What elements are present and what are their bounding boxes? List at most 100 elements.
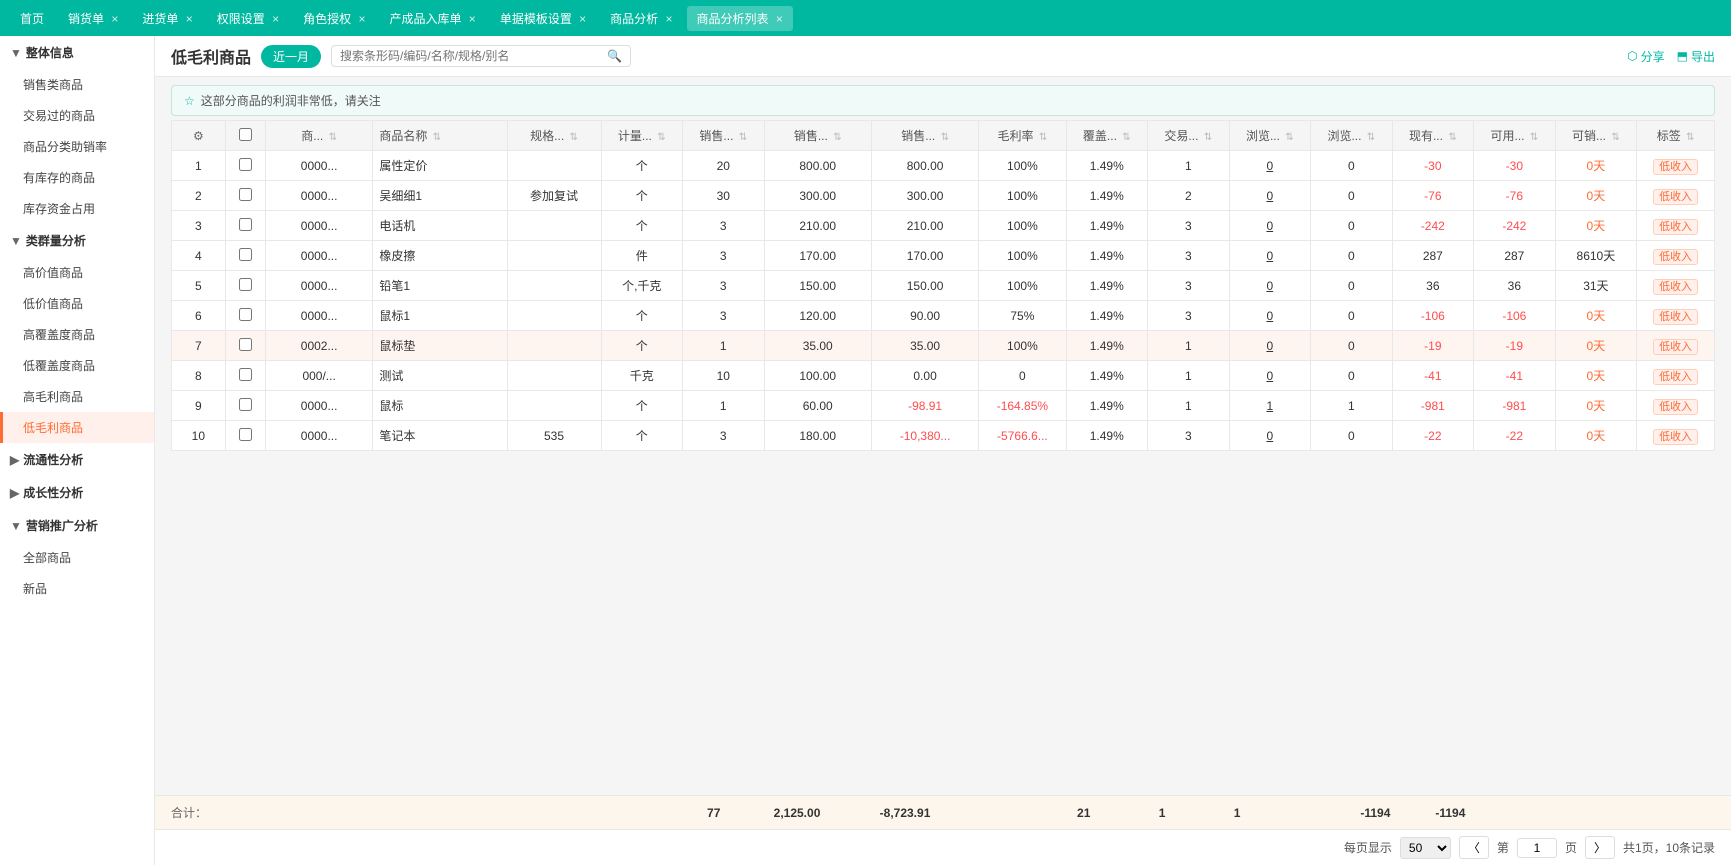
sidebar-group-cluster[interactable]: ▼ 类群量分析 <box>0 224 154 257</box>
cell-checkbox[interactable] <box>225 361 265 391</box>
sidebar-item-low-margin[interactable]: 低毛利商品 <box>0 412 154 443</box>
trade-link[interactable]: 0 <box>1266 429 1273 443</box>
th-coverage[interactable]: 覆盖... ⇅ <box>1066 121 1148 151</box>
th-unit[interactable]: 计量... ⇅ <box>601 121 683 151</box>
th-checkbox[interactable] <box>225 121 265 151</box>
search-icon[interactable]: 🔍 <box>607 49 622 63</box>
next-page-button[interactable]: 〉 <box>1585 836 1615 859</box>
cell-trade[interactable]: 1 <box>1229 391 1311 421</box>
sidebar-item-all-products[interactable]: 全部商品 <box>0 542 154 573</box>
trade-link[interactable]: 0 <box>1266 369 1273 383</box>
cell-checkbox[interactable] <box>225 241 265 271</box>
sidebar-group-marketing[interactable]: ▼ 营销推广分析 <box>0 509 154 542</box>
row-checkbox[interactable] <box>239 398 252 411</box>
th-sales-qty[interactable]: 销售... ⇅ <box>683 121 765 151</box>
th-product-name[interactable]: 商品名称 ⇅ <box>373 121 507 151</box>
th-product-code[interactable]: 商... ⇅ <box>265 121 372 151</box>
prev-page-button[interactable]: 〈 <box>1459 836 1489 859</box>
cell-checkbox[interactable] <box>225 301 265 331</box>
nav-permission[interactable]: 权限设置 × <box>207 6 289 31</box>
th-browse1[interactable]: 浏览... ⇅ <box>1229 121 1311 151</box>
data-table-container[interactable]: ⚙ 商... ⇅ 商品名称 ⇅ 规格... ⇅ 计量... ⇅ 销售... ⇅ … <box>171 120 1715 795</box>
th-margin-rate[interactable]: 毛利率 ⇅ <box>979 121 1066 151</box>
th-sellable-stock[interactable]: 可销... ⇅ <box>1555 121 1637 151</box>
nav-product-entry[interactable]: 产成品入库单 × <box>379 6 485 31</box>
cell-checkbox[interactable] <box>225 391 265 421</box>
row-checkbox[interactable] <box>239 248 252 261</box>
th-settings[interactable]: ⚙ <box>172 121 226 151</box>
trade-link[interactable]: 0 <box>1266 309 1273 323</box>
sidebar-item-new-products[interactable]: 新品 <box>0 573 154 604</box>
nav-product-analysis[interactable]: 商品分析 × <box>600 6 682 31</box>
close-icon[interactable]: × <box>579 12 586 26</box>
cell-checkbox[interactable] <box>225 421 265 451</box>
cell-trade[interactable]: 0 <box>1229 241 1311 271</box>
nav-product-analysis-list[interactable]: 商品分析列表 × <box>687 6 793 31</box>
settings-icon[interactable]: ⚙ <box>193 129 204 143</box>
close-icon[interactable]: × <box>469 12 476 26</box>
row-checkbox[interactable] <box>239 428 252 441</box>
cell-checkbox[interactable] <box>225 211 265 241</box>
nav-sales-order[interactable]: 销货单 × <box>58 6 128 31</box>
trade-link[interactable]: 1 <box>1266 399 1273 413</box>
close-icon[interactable]: × <box>358 12 365 26</box>
trade-link[interactable]: 0 <box>1266 159 1273 173</box>
sidebar-item-category-rate[interactable]: 商品分类助销率 <box>0 131 154 162</box>
sidebar-group-growth[interactable]: ▶ 成长性分析 <box>0 476 154 509</box>
th-sales-amount[interactable]: 销售... ⇅ <box>871 121 978 151</box>
cell-checkbox[interactable] <box>225 151 265 181</box>
cell-checkbox[interactable] <box>225 271 265 301</box>
cell-trade[interactable]: 0 <box>1229 361 1311 391</box>
cell-trade[interactable]: 0 <box>1229 211 1311 241</box>
export-button[interactable]: ⬒ 导出 <box>1677 48 1715 65</box>
cell-trade[interactable]: 0 <box>1229 421 1311 451</box>
row-checkbox[interactable] <box>239 278 252 291</box>
close-icon[interactable]: × <box>111 12 118 26</box>
row-checkbox[interactable] <box>239 338 252 351</box>
sidebar-item-traded-products[interactable]: 交易过的商品 <box>0 100 154 131</box>
cell-trade[interactable]: 0 <box>1229 271 1311 301</box>
nav-home[interactable]: 首页 <box>10 6 54 31</box>
cell-trade[interactable]: 0 <box>1229 181 1311 211</box>
trade-link[interactable]: 0 <box>1266 339 1273 353</box>
nav-purchase-order[interactable]: 进货单 × <box>132 6 202 31</box>
per-page-select[interactable]: 50 100 200 <box>1400 837 1451 859</box>
close-icon[interactable]: × <box>666 12 673 26</box>
row-checkbox[interactable] <box>239 188 252 201</box>
row-checkbox[interactable] <box>239 158 252 171</box>
cell-trade[interactable]: 0 <box>1229 331 1311 361</box>
sidebar-item-low-value[interactable]: 低价值商品 <box>0 288 154 319</box>
trade-link[interactable]: 0 <box>1266 219 1273 233</box>
sidebar-item-high-coverage[interactable]: 高覆盖度商品 <box>0 319 154 350</box>
page-number-input[interactable] <box>1517 838 1557 858</box>
row-checkbox[interactable] <box>239 218 252 231</box>
th-spec[interactable]: 规格... ⇅ <box>507 121 601 151</box>
th-tag[interactable]: 标签 ⇅ <box>1637 121 1715 151</box>
row-checkbox[interactable] <box>239 308 252 321</box>
sidebar-item-high-margin[interactable]: 高毛利商品 <box>0 381 154 412</box>
close-icon[interactable]: × <box>186 12 193 26</box>
th-sales-price[interactable]: 销售... ⇅ <box>764 121 871 151</box>
trade-link[interactable]: 0 <box>1266 249 1273 263</box>
sidebar-item-sales-products[interactable]: 销售类商品 <box>0 69 154 100</box>
sidebar-item-high-value[interactable]: 高价值商品 <box>0 257 154 288</box>
th-trade-count[interactable]: 交易... ⇅ <box>1148 121 1230 151</box>
close-icon[interactable]: × <box>272 12 279 26</box>
close-icon[interactable]: × <box>776 12 783 26</box>
trade-link[interactable]: 0 <box>1266 189 1273 203</box>
search-box[interactable]: 🔍 <box>331 45 631 67</box>
trade-link[interactable]: 0 <box>1266 279 1273 293</box>
share-button[interactable]: ⬡ 分享 <box>1627 48 1665 65</box>
row-checkbox[interactable] <box>239 368 252 381</box>
select-all-checkbox[interactable] <box>239 128 252 141</box>
nav-role-auth[interactable]: 角色授权 × <box>293 6 375 31</box>
sidebar-item-in-stock[interactable]: 有库存的商品 <box>0 162 154 193</box>
cell-trade[interactable]: 0 <box>1229 301 1311 331</box>
filter-recent-month[interactable]: 近一月 <box>261 45 321 68</box>
search-input[interactable] <box>340 49 607 63</box>
th-current-stock[interactable]: 现有... ⇅ <box>1392 121 1474 151</box>
sidebar-group-overall[interactable]: ▼ 整体信息 <box>0 36 154 69</box>
sidebar-group-circulation[interactable]: ▶ 流通性分析 <box>0 443 154 476</box>
th-available-stock[interactable]: 可用... ⇅ <box>1474 121 1556 151</box>
cell-checkbox[interactable] <box>225 331 265 361</box>
